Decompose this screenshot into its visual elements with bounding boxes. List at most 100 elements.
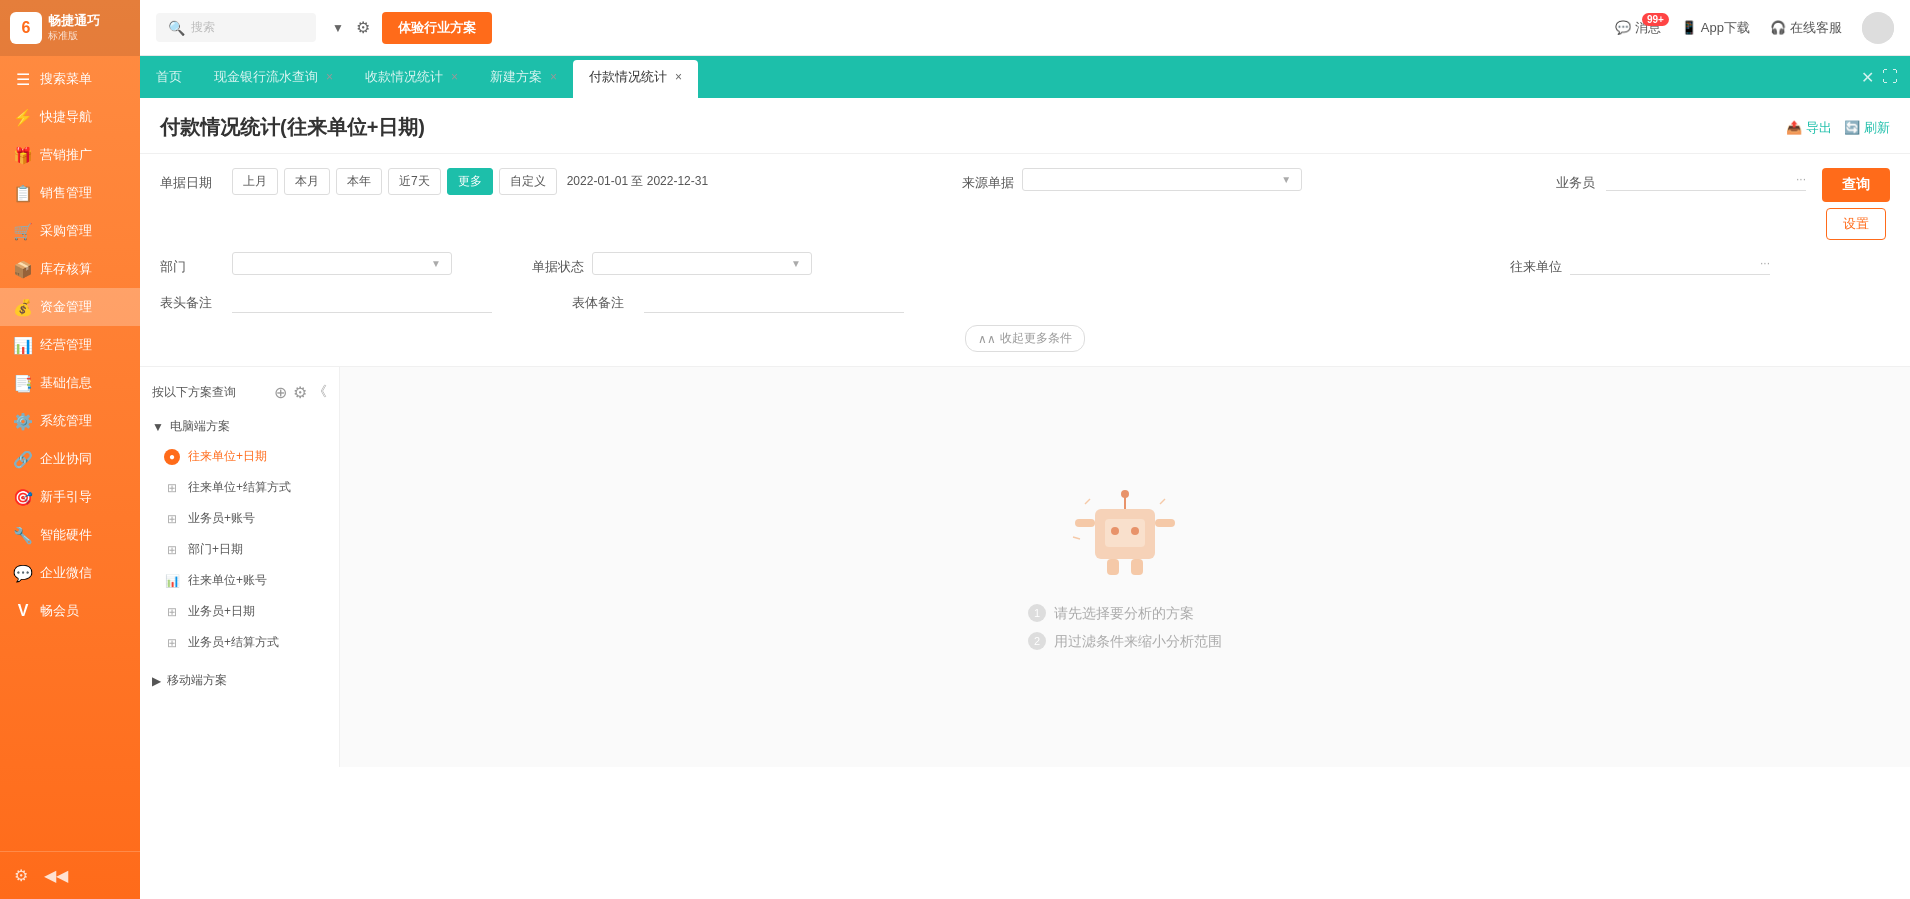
sidebar-item-cooperation[interactable]: 🔗 企业协同 (0, 440, 140, 478)
sidebar-item-operations[interactable]: 📊 经营管理 (0, 326, 140, 364)
plan-item-salesperson-account[interactable]: ⊞ 业务员+账号 (140, 503, 339, 534)
user-avatar[interactable] (1862, 12, 1894, 44)
date-btn-this-month[interactable]: 本月 (284, 168, 330, 195)
collapse-btn[interactable]: ∧∧ 收起更多条件 (965, 325, 1085, 352)
svg-rect-6 (1107, 559, 1119, 575)
sidebar-item-hardware[interactable]: 🔧 智能硬件 (0, 516, 140, 554)
svg-point-2 (1111, 527, 1119, 535)
tab-window-btns: ✕ ⛶ (1849, 56, 1910, 98)
system-icon: ⚙️ (14, 412, 32, 430)
online-service-btn[interactable]: 🎧 在线客服 (1770, 19, 1842, 37)
topbar-gear-icon[interactable]: ⚙ (356, 18, 370, 37)
tab-new-plan[interactable]: 新建方案 × (474, 56, 573, 98)
sidebar-item-basic-info[interactable]: 📑 基础信息 (0, 364, 140, 402)
mobile-section-title[interactable]: ▶ 移动端方案 (140, 666, 339, 695)
filter-label-counterparty: 往来单位 (1510, 252, 1570, 276)
sidebar-item-member[interactable]: V 畅会员 (0, 592, 140, 630)
sidebar-item-purchase[interactable]: 🛒 采购管理 (0, 212, 140, 250)
tab-payment-stats[interactable]: 付款情况统计 × (573, 60, 698, 98)
sidebar-item-system[interactable]: ⚙️ 系统管理 (0, 402, 140, 440)
filter-label-doc-status: 单据状态 (532, 252, 592, 276)
search-placeholder: 搜索 (191, 19, 215, 36)
plan-item-counterparty-date[interactable]: ● 往来单位+日期 (140, 441, 339, 472)
dept-chevron-icon: ▼ (431, 258, 441, 269)
sidebar-item-guide[interactable]: 🎯 新手引导 (0, 478, 140, 516)
sidebar: 6 畅捷通巧 标准版 ☰ 搜索菜单 ⚡ 快捷导航 🎁 营销推广 📋 销售管理 🛒… (0, 0, 140, 899)
sidebar-item-inventory[interactable]: 📦 库存核算 (0, 250, 140, 288)
date-btn-custom[interactable]: 自定义 (499, 168, 557, 195)
salesperson-dots[interactable]: ··· (1796, 172, 1806, 186)
svg-line-11 (1160, 499, 1165, 504)
panel-settings-icon[interactable]: ⚙ (293, 383, 307, 402)
tab-home[interactable]: 首页 (140, 56, 198, 98)
source-select[interactable]: ▼ (1022, 168, 1302, 191)
sidebar-item-weixin[interactable]: 💬 企业微信 (0, 554, 140, 592)
dept-select[interactable]: ▼ (232, 252, 452, 275)
main-area: 🔍 搜索 ▼ ⚙ 体验行业方案 💬 消息 99+ 📱 App下载 🎧 在线客服 (140, 0, 1910, 899)
doc-status-chevron-icon: ▼ (791, 258, 801, 269)
finance-icon: 💰 (14, 298, 32, 316)
search-box[interactable]: 🔍 搜索 (156, 13, 316, 42)
header-note-input[interactable] (232, 288, 492, 313)
trial-btn[interactable]: 体验行业方案 (382, 12, 492, 44)
panel-header-actions: ⊕ ⚙ 《 (274, 383, 327, 402)
weixin-icon: 💬 (14, 564, 32, 582)
plan-item-counterparty-settle[interactable]: ⊞ 往来单位+结算方式 (140, 472, 339, 503)
topbar-dropdown-icon[interactable]: ▼ (332, 21, 344, 35)
messages-btn[interactable]: 💬 消息 99+ (1615, 19, 1661, 37)
desktop-section-title[interactable]: ▼ 电脑端方案 (140, 412, 339, 441)
tab-new-plan-close[interactable]: × (550, 70, 557, 84)
svg-point-9 (1121, 490, 1129, 498)
filter-area: 单据日期 上月 本月 本年 近7天 更多 自定义 2022-01-01 至 20… (140, 154, 1910, 367)
tab-bank-flow-close[interactable]: × (326, 70, 333, 84)
sidebar-item-finance[interactable]: 💰 资金管理 (0, 288, 140, 326)
sidebar-item-label: 基础信息 (40, 374, 92, 392)
logo-subtitle: 标准版 (48, 29, 100, 43)
marketing-icon: 🎁 (14, 146, 32, 164)
plan-item-label: 业务员+账号 (188, 510, 255, 527)
sidebar-item-marketing[interactable]: 🎁 营销推广 (0, 136, 140, 174)
tab-home-label: 首页 (156, 68, 182, 86)
tab-income-stats-close[interactable]: × (451, 70, 458, 84)
sidebar-item-sales[interactable]: 📋 销售管理 (0, 174, 140, 212)
plan-item-counterparty-account[interactable]: 📊 往来单位+账号 (140, 565, 339, 596)
query-btn[interactable]: 查询 (1822, 168, 1890, 202)
tab-close-all-btn[interactable]: ✕ (1861, 68, 1874, 87)
page-content: 付款情况统计(往来单位+日期) 📤 导出 🔄 刷新 单据日期 上月 本月 (140, 98, 1910, 899)
counterparty-dots[interactable]: ··· (1760, 256, 1770, 270)
plan-item-label: 往来单位+账号 (188, 572, 267, 589)
refresh-btn[interactable]: 🔄 刷新 (1844, 119, 1890, 137)
date-btn-last-month[interactable]: 上月 (232, 168, 278, 195)
tab-income-stats[interactable]: 收款情况统计 × (349, 56, 474, 98)
plan-item-salesperson-date[interactable]: ⊞ 业务员+日期 (140, 596, 339, 627)
tab-maximize-btn[interactable]: ⛶ (1882, 68, 1898, 86)
tab-payment-stats-close[interactable]: × (675, 70, 682, 84)
date-btn-7days[interactable]: 近7天 (388, 168, 441, 195)
date-btn-more[interactable]: 更多 (447, 168, 493, 195)
sidebar-item-quick-nav[interactable]: ⚡ 快捷导航 (0, 98, 140, 136)
app-download-btn[interactable]: 📱 App下载 (1681, 19, 1750, 37)
content-area: 按以下方案查询 ⊕ ⚙ 《 ▼ 电脑端方案 ● 往来单位+日期 (140, 367, 1910, 767)
plan-item-label: 部门+日期 (188, 541, 243, 558)
date-btn-this-year[interactable]: 本年 (336, 168, 382, 195)
topbar: 🔍 搜索 ▼ ⚙ 体验行业方案 💬 消息 99+ 📱 App下载 🎧 在线客服 (140, 0, 1910, 56)
sidebar-item-label: 智能硬件 (40, 526, 92, 544)
body-note-input[interactable] (644, 288, 904, 313)
settings-btn[interactable]: 设置 (1826, 208, 1886, 240)
sidebar-settings-btn[interactable]: ⚙ (10, 862, 32, 889)
panel-collapse-icon[interactable]: 《 (313, 383, 327, 402)
avatar-image (1862, 16, 1894, 40)
panel-add-icon[interactable]: ⊕ (274, 383, 287, 402)
page-header-actions: 📤 导出 🔄 刷新 (1786, 119, 1890, 137)
plan-item-label: 业务员+结算方式 (188, 634, 279, 651)
doc-status-select[interactable]: ▼ (592, 252, 812, 275)
plan-item-dept-date[interactable]: ⊞ 部门+日期 (140, 534, 339, 565)
tab-bank-flow[interactable]: 现金银行流水查询 × (198, 56, 349, 98)
logo-icon: 6 (10, 12, 42, 44)
service-icon: 🎧 (1770, 20, 1786, 35)
plan-item-salesperson-settle[interactable]: ⊞ 业务员+结算方式 (140, 627, 339, 658)
export-btn[interactable]: 📤 导出 (1786, 119, 1832, 137)
sidebar-item-search-menu[interactable]: ☰ 搜索菜单 (0, 60, 140, 98)
member-icon: V (14, 602, 32, 620)
sidebar-collapse-btn[interactable]: ◀◀ (40, 862, 72, 889)
